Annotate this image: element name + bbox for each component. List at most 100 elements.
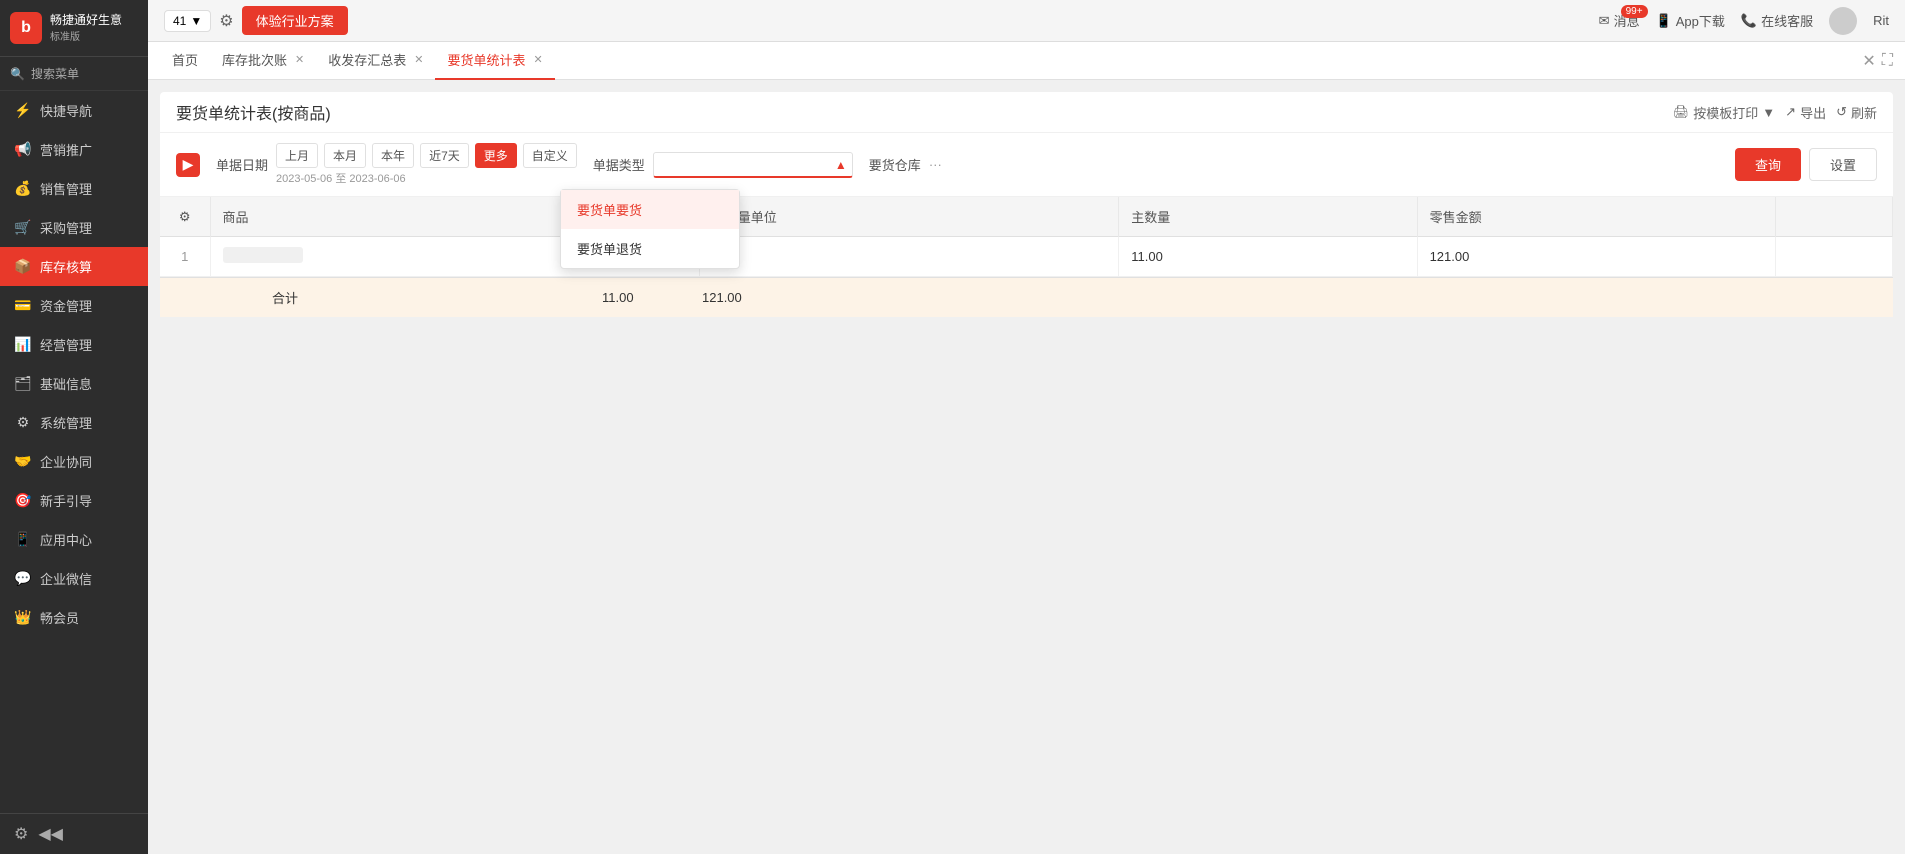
tab-inventory-batch[interactable]: 库存批次账 ✕: [210, 42, 316, 80]
app-download[interactable]: 📱 App下载: [1656, 11, 1725, 30]
tabs-bar: 首页 库存批次账 ✕ 收发存汇总表 ✕ 要货单统计表 ✕ ✕ ⛶: [148, 42, 1905, 80]
date-this-year-btn[interactable]: 本年: [372, 143, 414, 168]
type-filter-group: 单据类型 ▲: [593, 152, 853, 178]
export-icon: ↗: [1785, 104, 1796, 120]
cell-unit: 块: [699, 237, 1118, 277]
sidebar-item-label: 基础信息: [40, 374, 92, 393]
quick-nav-icon: ⚡: [14, 102, 32, 120]
member-icon: 👑: [14, 609, 32, 627]
sidebar-item-basic[interactable]: 🗂 基础信息: [0, 364, 148, 403]
sidebar-item-marketing[interactable]: 📢 营销推广: [0, 130, 148, 169]
col-quantity: 主数量: [1119, 197, 1417, 237]
close-all-icon[interactable]: ✕: [1862, 51, 1875, 71]
topbar-left: 41 ▼ ⚙ 体验行业方案: [164, 6, 1587, 35]
tab-home[interactable]: 首页: [160, 42, 210, 80]
sidebar-item-finance[interactable]: 💳 资金管理: [0, 286, 148, 325]
refresh-btn[interactable]: ↺ 刷新: [1836, 103, 1877, 122]
basic-icon: 🗂: [14, 375, 32, 393]
col-unit: 主计量单位: [699, 197, 1118, 237]
appstore-icon: 📱: [14, 531, 32, 549]
date-recent7-btn[interactable]: 近7天: [420, 143, 469, 168]
sidebar-item-guide[interactable]: 🎯 新手引导: [0, 481, 148, 520]
sidebar-item-inventory[interactable]: 📦 库存核算: [0, 247, 148, 286]
message-icon: ✉: [1599, 13, 1610, 29]
sidebar-item-label: 库存核算: [40, 257, 92, 276]
type-filter-input[interactable]: [653, 152, 853, 178]
sales-icon: 💰: [14, 180, 32, 198]
print-icon: 🖨: [1673, 104, 1690, 120]
sidebar-item-wechat[interactable]: 💬 企业微信: [0, 559, 148, 598]
system-icon: ⚙: [14, 414, 32, 432]
page-actions: 🖨 按模板打印 ▼ ↗ 导出 ↺ 刷新: [1673, 103, 1877, 122]
type-filter-label: 单据类型: [593, 155, 645, 174]
settings-filter-btn[interactable]: 设置: [1809, 148, 1877, 181]
date-custom-btn[interactable]: 自定义: [523, 143, 577, 168]
sidebar-item-sales[interactable]: 💰 销售管理: [0, 169, 148, 208]
export-btn[interactable]: ↗ 导出: [1785, 103, 1826, 122]
table-footer: 合计 11.00 121.00: [160, 277, 1893, 317]
refresh-label: 刷新: [1851, 103, 1877, 122]
topbar-right: ✉ 消息 99+ 📱 App下载 📞 在线客服 Rit: [1599, 7, 1889, 35]
sidebar-item-member[interactable]: 👑 畅会员: [0, 598, 148, 637]
topbar: 41 ▼ ⚙ 体验行业方案 ✉ 消息 99+ 📱 App下载 📞 在线客服 Ri…: [148, 0, 1905, 42]
expand-btn[interactable]: ▶: [176, 153, 200, 177]
sidebar-item-purchase[interactable]: 🛒 采购管理: [0, 208, 148, 247]
type-chevron-up-icon[interactable]: ▲: [835, 158, 847, 172]
page-header: 要货单统计表(按商品) 🖨 按模板打印 ▼ ↗ 导出 ↺ 刷新: [160, 92, 1893, 132]
refresh-icon: ↺: [1836, 104, 1847, 120]
gear-icon[interactable]: ⚙: [219, 11, 233, 31]
dropdown-item-purchase-return[interactable]: 要货单退货: [561, 229, 739, 268]
tab-requisition-stat-close[interactable]: ✕: [534, 53, 543, 66]
marketing-icon: 📢: [14, 141, 32, 159]
cell-index: 1: [160, 237, 210, 277]
enterprise-icon: 🤝: [14, 453, 32, 471]
cell-extra: [1776, 237, 1893, 277]
tab-requisition-stat[interactable]: 要货单统计表 ✕: [435, 42, 554, 80]
footer-amount: 121.00: [702, 290, 802, 305]
purchase-icon: 🛒: [14, 219, 32, 237]
tab-shipment-summary[interactable]: 收发存汇总表 ✕: [316, 42, 435, 80]
date-range-text: 2023-05-06 至 2023-06-06: [276, 170, 577, 186]
search-label: 搜索菜单: [31, 65, 79, 82]
col-amount: 零售金额: [1417, 197, 1776, 237]
sidebar-item-system[interactable]: ⚙ 系统管理: [0, 403, 148, 442]
sidebar-item-label: 销售管理: [40, 179, 92, 198]
col-settings[interactable]: ⚙: [160, 197, 210, 237]
badge-count: 99+: [1621, 5, 1648, 18]
user-name: Rit: [1873, 13, 1889, 28]
print-btn[interactable]: 🖨 按模板打印 ▼: [1673, 103, 1775, 122]
settings-icon[interactable]: ⚙: [14, 824, 28, 844]
sidebar-item-quick-nav[interactable]: ⚡ 快捷导航: [0, 91, 148, 130]
sidebar-item-label: 企业微信: [40, 569, 92, 588]
app-download-label: App下载: [1676, 11, 1725, 30]
footer-total-label: 合计: [272, 288, 472, 307]
sidebar-item-operations[interactable]: 📊 经营管理: [0, 325, 148, 364]
online-service[interactable]: 📞 在线客服: [1741, 11, 1813, 30]
date-this-month-btn[interactable]: 本月: [324, 143, 366, 168]
messages-badge[interactable]: ✉ 消息 99+: [1599, 11, 1640, 30]
sidebar-item-label: 快捷导航: [40, 101, 92, 120]
search-icon: 🔍: [10, 67, 25, 81]
sidebar-item-label: 资金管理: [40, 296, 92, 315]
tab-inventory-batch-close[interactable]: ✕: [295, 53, 304, 66]
collapse-icon[interactable]: ◀◀: [38, 824, 63, 844]
maximize-icon[interactable]: ⛶: [1882, 52, 1893, 70]
sidebar-item-label: 经营管理: [40, 335, 92, 354]
sidebar-item-enterprise[interactable]: 🤝 企业协同: [0, 442, 148, 481]
service-icon: 📞: [1741, 13, 1757, 29]
warehouse-more-icon[interactable]: ···: [929, 157, 942, 172]
sidebar-item-appstore[interactable]: 📱 应用中心: [0, 520, 148, 559]
trial-btn[interactable]: 体验行业方案: [242, 6, 348, 35]
sidebar-search[interactable]: 🔍 搜索菜单: [0, 57, 148, 91]
date-more-btn[interactable]: 更多: [475, 143, 517, 168]
query-btn[interactable]: 查询: [1735, 148, 1801, 181]
dropdown-item-purchase-order[interactable]: 要货单要货: [561, 190, 739, 229]
table-header-row: ⚙ 商品 主计量单位 主数量 零售金额: [160, 197, 1893, 237]
branch-selector[interactable]: 41 ▼: [164, 10, 211, 32]
col-extra: [1776, 197, 1893, 237]
date-last-month-btn[interactable]: 上月: [276, 143, 318, 168]
page-title: 要货单统计表(按商品): [176, 100, 331, 124]
avatar[interactable]: [1829, 7, 1857, 35]
sidebar: b 畅捷通好生意 标准版 🔍 搜索菜单 ⚡ 快捷导航 📢 营销推广 💰 销售管理…: [0, 0, 148, 854]
tab-shipment-summary-close[interactable]: ✕: [414, 53, 423, 66]
